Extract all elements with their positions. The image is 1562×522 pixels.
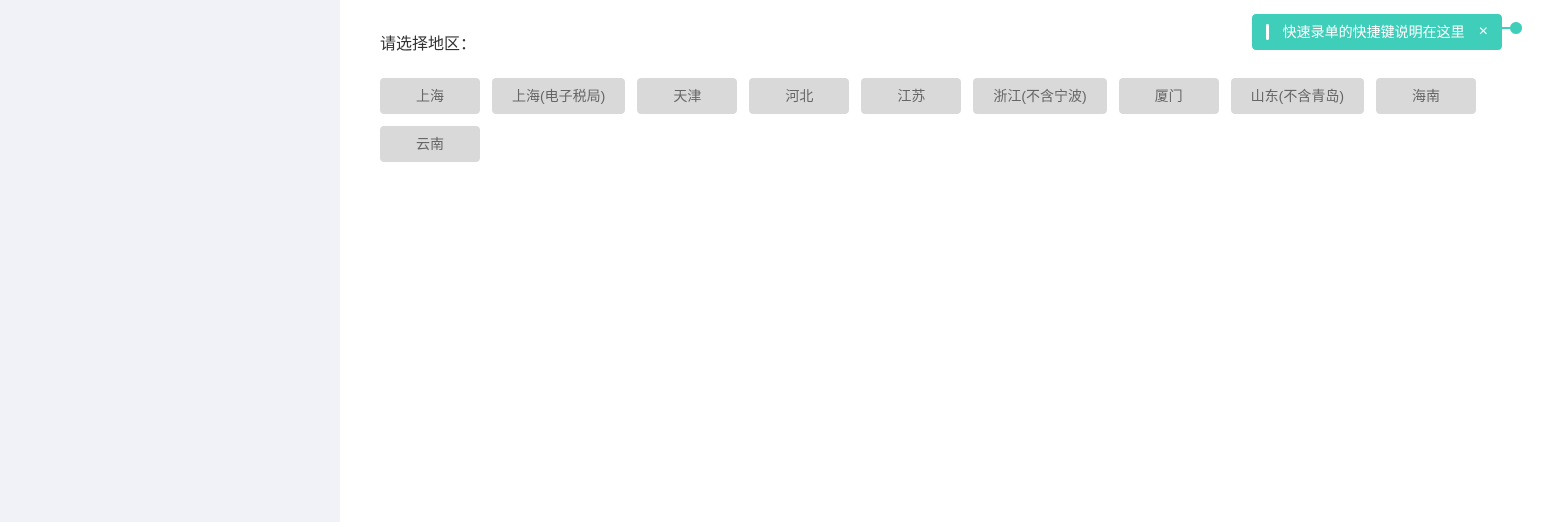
tooltip-bar bbox=[1266, 24, 1269, 40]
tooltip-connector-dot bbox=[1510, 22, 1522, 34]
tooltip-close-button[interactable]: × bbox=[1479, 23, 1488, 41]
region-button-5[interactable]: 浙江(不含宁波) bbox=[973, 78, 1106, 114]
region-button-8[interactable]: 海南 bbox=[1376, 78, 1476, 114]
region-button-1[interactable]: 上海(电子税局) bbox=[492, 78, 625, 114]
left-sidebar bbox=[0, 0, 340, 522]
region-buttons-container: 上海上海(电子税局) 天津河北江苏浙江(不含宁波) 厦门山东(不含青岛) 海南云南 bbox=[380, 78, 1522, 162]
region-button-9[interactable]: 云南 bbox=[380, 126, 480, 162]
region-button-3[interactable]: 河北 bbox=[749, 78, 849, 114]
region-button-0[interactable]: 上海 bbox=[380, 78, 480, 114]
region-button-2[interactable]: 天津 bbox=[637, 78, 737, 114]
tooltip-banner: 快速录单的快捷键说明在这里 × bbox=[1252, 14, 1502, 50]
main-content: 请选择地区： 上海上海(电子税局)天津河北江苏浙江(不含宁波)厦门山东(不含青岛… bbox=[340, 0, 1562, 522]
region-button-7[interactable]: 山东(不含青岛) bbox=[1231, 78, 1364, 114]
tooltip-text: 快速录单的快捷键说明在这里 bbox=[1283, 22, 1465, 42]
tooltip-connector-line bbox=[1492, 27, 1510, 29]
region-button-4[interactable]: 江苏 bbox=[861, 78, 961, 114]
region-button-6[interactable]: 厦门 bbox=[1119, 78, 1219, 114]
